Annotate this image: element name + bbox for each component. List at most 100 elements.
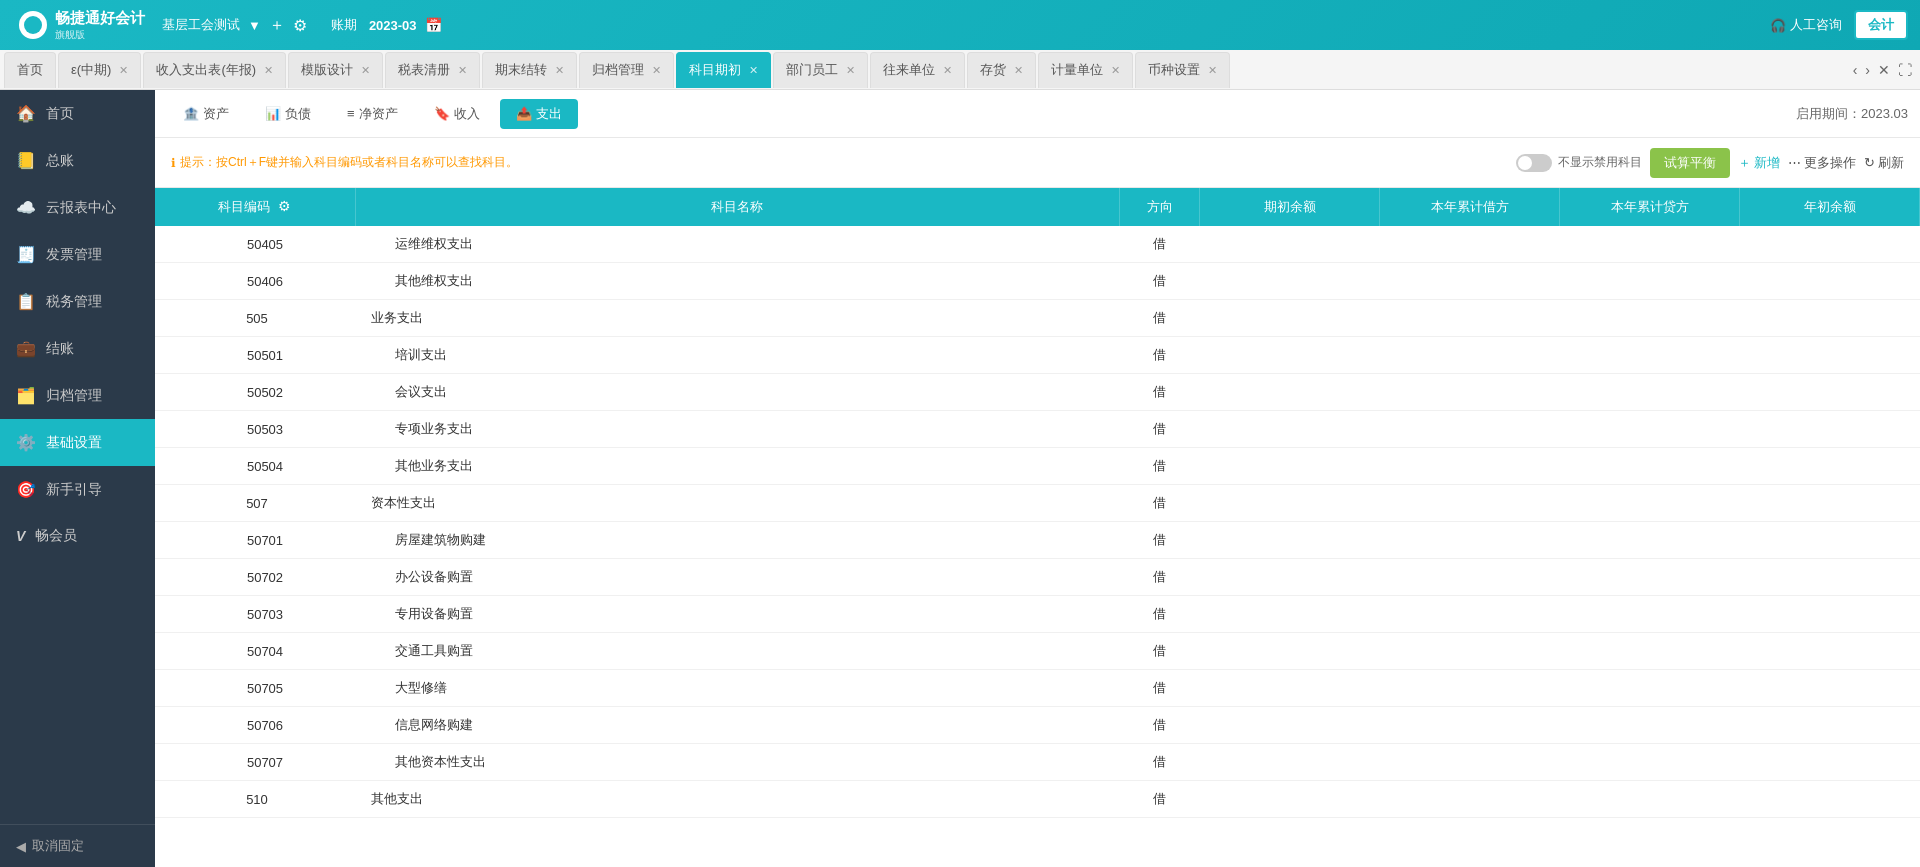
tab-tax-close[interactable]: ✕ [458,64,467,77]
tab-unit[interactable]: 计量单位 ✕ [1038,52,1133,88]
toolbar-right: 不显示禁用科目 试算平衡 ＋ 新增 ⋯ 更多操作 ↻ 刷新 [1516,148,1904,178]
table-row: 50702办公设备购置借 [155,559,1920,596]
cell-ytd-credit [1560,781,1740,818]
tab-midterm-close[interactable]: ✕ [119,64,128,77]
add-icon[interactable]: ＋ [269,15,285,36]
sidebar-collapse-btn[interactable]: ◀ 取消固定 [0,824,155,867]
sub-tab-expense[interactable]: 📤 支出 [500,99,578,129]
customer-service-label: 人工咨询 [1790,16,1842,34]
tab-annual-close[interactable]: ✕ [264,64,273,77]
cell-name: 专项业务支出 [355,411,1120,448]
cell-ytd-debit [1380,559,1560,596]
account-button[interactable]: 会计 [1854,10,1908,40]
cell-ytd-debit [1380,670,1560,707]
cell-ytd-debit [1380,374,1560,411]
add-icon-btn: ＋ [1738,154,1751,172]
tab-department-close[interactable]: ✕ [846,64,855,77]
tab-tax[interactable]: 税表清册 ✕ [385,52,480,88]
tab-subject-init[interactable]: 科目期初 ✕ [676,52,771,88]
cell-beginning [1740,411,1920,448]
tab-currency[interactable]: 币种设置 ✕ [1135,52,1230,88]
cell-code: 50503 [155,411,355,448]
col-opening: 期初余额 [1200,188,1380,226]
switch-track[interactable] [1516,154,1552,172]
settings-icon[interactable]: ⚙ [293,16,307,35]
tab-period-end-label: 期末结转 [495,61,547,79]
tab-department-label: 部门员工 [786,61,838,79]
sidebar-item-archive[interactable]: 🗂️ 归档管理 [0,372,155,419]
cell-code: 50406 [155,263,355,300]
tab-counterparty[interactable]: 往来单位 ✕ [870,52,965,88]
tab-period-end[interactable]: 期末结转 ✕ [482,52,577,88]
tab-counterparty-close[interactable]: ✕ [943,64,952,77]
sidebar-item-guide[interactable]: 🎯 新手引导 [0,466,155,513]
tab-template-label: 模版设计 [301,61,353,79]
sidebar-item-reports[interactable]: ☁️ 云报表中心 [0,184,155,231]
sub-tab-assets[interactable]: 🏦 资产 [167,99,245,129]
cell-direction: 借 [1120,522,1200,559]
tab-next-btn[interactable]: › [1861,60,1874,80]
toolbar-hint: ℹ 提示：按Ctrl＋F键并输入科目编码或者科目名称可以查找科目。 [171,154,518,171]
balance-button[interactable]: 试算平衡 [1650,148,1730,178]
sidebar-settings-label: 基础设置 [46,434,102,452]
sub-tab-equity[interactable]: ≡ 净资产 [331,99,414,129]
cell-code: 507 [155,485,355,522]
cell-direction: 借 [1120,670,1200,707]
switch-knob [1518,156,1532,170]
col-name: 科目名称 [355,188,1120,226]
more-button[interactable]: ⋯ 更多操作 [1788,154,1856,172]
tab-tax-label: 税表清册 [398,61,450,79]
tab-period-end-close[interactable]: ✕ [555,64,564,77]
accounts-table: 科目编码 ⚙ 科目名称 方向 期初余额 本年累计借方 本年累计贷方 年初余额 5… [155,188,1920,818]
sidebar-item-settings[interactable]: ⚙️ 基础设置 [0,419,155,466]
tab-expand-btn[interactable]: ⛶ [1894,60,1916,80]
dropdown-icon[interactable]: ▼ [248,18,261,33]
period-value: 2023-03 [369,18,417,33]
tab-midterm[interactable]: ε(中期) ✕ [58,52,141,88]
sub-tab-income[interactable]: 🔖 收入 [418,99,496,129]
sidebar-item-home[interactable]: 🏠 首页 [0,90,155,137]
sidebar-item-tax[interactable]: 📋 税务管理 [0,278,155,325]
sidebar-item-ledger[interactable]: 📒 总账 [0,137,155,184]
top-middle: 基层工会测试 ▼ ＋ ⚙ 账期 2023-03 📅 [152,15,1770,36]
tab-unit-close[interactable]: ✕ [1111,64,1120,77]
sidebar-item-close[interactable]: 💼 结账 [0,325,155,372]
tab-inventory[interactable]: 存货 ✕ [967,52,1036,88]
sidebar-item-invoice[interactable]: 🧾 发票管理 [0,231,155,278]
cell-ytd-credit [1560,522,1740,559]
tab-currency-close[interactable]: ✕ [1208,64,1217,77]
sub-tab-assets-label: 资产 [203,105,229,123]
cell-name: 信息网络购建 [355,707,1120,744]
cell-ytd-debit [1380,485,1560,522]
tab-department[interactable]: 部门员工 ✕ [773,52,868,88]
tab-archive-close[interactable]: ✕ [652,64,661,77]
tab-home[interactable]: 首页 [4,52,56,88]
cell-code: 50502 [155,374,355,411]
tab-template-close[interactable]: ✕ [361,64,370,77]
cell-beginning [1740,633,1920,670]
tab-subject-init-close[interactable]: ✕ [749,64,758,77]
sidebar-item-member[interactable]: V 畅会员 [0,513,155,559]
cell-opening [1200,522,1380,559]
cell-direction: 借 [1120,374,1200,411]
tab-close-all-btn[interactable]: ✕ [1874,60,1894,80]
add-button[interactable]: ＋ 新增 [1738,154,1780,172]
tab-inventory-close[interactable]: ✕ [1014,64,1023,77]
table-row: 50502会议支出借 [155,374,1920,411]
tab-annual[interactable]: 收入支出表(年报) ✕ [143,52,286,88]
sub-tab-liabilities[interactable]: 📊 负债 [249,99,327,129]
cell-beginning [1740,337,1920,374]
refresh-button[interactable]: ↻ 刷新 [1864,154,1904,172]
tab-home-label: 首页 [17,61,43,79]
customer-service-btn[interactable]: 🎧 人工咨询 [1770,16,1842,34]
sidebar-member-label: 畅会员 [35,527,77,545]
tab-template[interactable]: 模版设计 ✕ [288,52,383,88]
cell-beginning [1740,596,1920,633]
toggle-disable-switch[interactable]: 不显示禁用科目 [1516,154,1642,172]
cell-name: 其他维权支出 [355,263,1120,300]
tab-prev-btn[interactable]: ‹ [1849,60,1862,80]
tab-archive[interactable]: 归档管理 ✕ [579,52,674,88]
calendar-icon[interactable]: 📅 [425,17,442,33]
col-settings-icon[interactable]: ⚙ [278,198,291,214]
cell-ytd-debit [1380,744,1560,781]
